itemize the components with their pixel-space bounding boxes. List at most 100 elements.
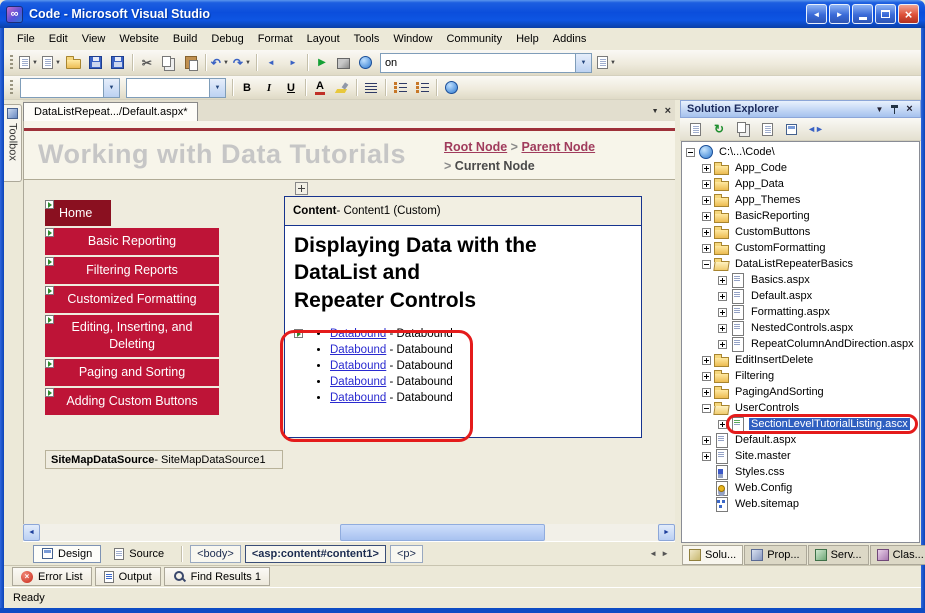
menu-edit[interactable]: Edit bbox=[42, 30, 75, 48]
find-results-tab[interactable]: Find Results 1 bbox=[164, 567, 270, 586]
build-button[interactable] bbox=[333, 53, 355, 73]
tag-asp-content-button[interactable]: <asp:content#content1> bbox=[245, 545, 386, 563]
expand-icon[interactable] bbox=[718, 324, 727, 333]
view-designer-button[interactable] bbox=[781, 120, 801, 139]
scroll-left-button[interactable]: ◄ bbox=[23, 524, 40, 541]
tree-item-editinsertdelete[interactable]: EditInsertDelete bbox=[682, 352, 919, 368]
tree-item-formatting-aspx[interactable]: Formatting.aspx bbox=[682, 304, 919, 320]
maximize-button[interactable] bbox=[875, 4, 896, 24]
expand-icon[interactable] bbox=[702, 180, 711, 189]
expand-icon[interactable] bbox=[702, 196, 711, 205]
new-website-button[interactable]: ▼ bbox=[17, 53, 40, 73]
tag-scroll-right-button[interactable]: ► bbox=[661, 549, 669, 558]
expand-icon[interactable] bbox=[718, 340, 727, 349]
properties-button[interactable] bbox=[685, 120, 705, 139]
style-combobox[interactable]: ▼ bbox=[20, 78, 120, 98]
close-button[interactable]: × bbox=[898, 4, 919, 24]
expand-icon[interactable] bbox=[718, 276, 727, 285]
expand-icon[interactable] bbox=[702, 212, 711, 221]
tree-item-web-sitemap[interactable]: Web.sitemap bbox=[682, 496, 919, 512]
paste-button[interactable] bbox=[180, 53, 202, 73]
italic-button[interactable]: I bbox=[258, 78, 280, 98]
undo-button[interactable]: ↶▼ bbox=[209, 53, 231, 73]
tag-p-button[interactable]: <p> bbox=[390, 545, 423, 563]
breadcrumb-parent-link[interactable]: Parent Node bbox=[521, 140, 595, 154]
save-button[interactable] bbox=[85, 53, 107, 73]
alignment-button[interactable] bbox=[360, 78, 382, 98]
design-surface[interactable]: Working with Data Tutorials Root Node > … bbox=[23, 121, 675, 524]
close-panel-button[interactable]: × bbox=[902, 102, 917, 116]
navigate-forward-button[interactable]: ► bbox=[282, 53, 304, 73]
nav-item-filtering-reports[interactable]: Filtering Reports bbox=[45, 257, 219, 284]
titlebar-nav-right-button[interactable]: ► bbox=[829, 4, 850, 24]
expand-icon[interactable] bbox=[702, 164, 711, 173]
combo-dropdown-button[interactable]: ▼ bbox=[103, 79, 119, 97]
breadcrumb-root-link[interactable]: Root Node bbox=[444, 140, 507, 154]
error-list-tab[interactable]: ×Error List bbox=[12, 567, 92, 586]
title-bar[interactable]: ∞ Code - Microsoft Visual Studio ◄ ► × bbox=[0, 0, 925, 28]
tree-item-custombuttons[interactable]: CustomButtons bbox=[682, 224, 919, 240]
tree-item-basicreporting[interactable]: BasicReporting bbox=[682, 208, 919, 224]
toolbar-grip[interactable] bbox=[10, 55, 13, 71]
nav-item-editing-inserting-deleting[interactable]: Editing, Inserting, and Deleting bbox=[45, 315, 219, 357]
start-debugging-button[interactable]: ▶ bbox=[311, 53, 333, 73]
sitemapdatasource-control[interactable]: SiteMapDataSource - SiteMapDataSource1 bbox=[45, 450, 283, 469]
menu-build[interactable]: Build bbox=[166, 30, 204, 48]
cut-button[interactable]: ✂ bbox=[136, 53, 158, 73]
redo-button[interactable]: ↷▼ bbox=[231, 53, 253, 73]
menu-addins[interactable]: Addins bbox=[546, 30, 594, 48]
refresh-button[interactable]: ↻ bbox=[709, 120, 729, 139]
expand-icon[interactable] bbox=[718, 292, 727, 301]
auto-hide-pin-button[interactable] bbox=[887, 102, 902, 116]
tree-item-basics-aspx[interactable]: Basics.aspx bbox=[682, 272, 919, 288]
tree-item-default-aspx[interactable]: Default.aspx bbox=[682, 288, 919, 304]
copy-website-button[interactable]: ◄► bbox=[805, 120, 825, 139]
menu-debug[interactable]: Debug bbox=[204, 30, 250, 48]
menu-format[interactable]: Format bbox=[251, 30, 300, 48]
menu-community[interactable]: Community bbox=[439, 30, 509, 48]
bullet-list-button[interactable] bbox=[411, 78, 433, 98]
expand-icon[interactable] bbox=[702, 356, 711, 365]
toolbar-grip[interactable] bbox=[10, 80, 13, 96]
move-handle-icon[interactable] bbox=[295, 182, 308, 195]
nav-item-customized-formatting[interactable]: Customized Formatting bbox=[45, 286, 219, 313]
tree-item-app-data[interactable]: App_Data bbox=[682, 176, 919, 192]
tree-item-website-root[interactable]: C:\...\Code\ bbox=[682, 144, 919, 160]
scrollbar-track[interactable] bbox=[40, 524, 658, 541]
output-tab[interactable]: Output bbox=[95, 567, 161, 586]
add-new-item-button[interactable]: ▼ bbox=[40, 53, 63, 73]
nav-item-home[interactable]: Home bbox=[45, 200, 111, 226]
server-explorer-tab[interactable]: Serv... bbox=[808, 545, 869, 565]
numbered-list-button[interactable] bbox=[389, 78, 411, 98]
combo-dropdown-button[interactable]: ▼ bbox=[575, 54, 591, 72]
copy-button[interactable] bbox=[158, 53, 180, 73]
hyperlink-button[interactable] bbox=[440, 78, 462, 98]
font-combobox[interactable]: ▼ bbox=[126, 78, 226, 98]
expand-icon[interactable] bbox=[702, 244, 711, 253]
document-tab[interactable]: DataListRepeat.../Default.aspx* bbox=[23, 102, 198, 121]
source-view-button[interactable]: Source bbox=[105, 545, 173, 563]
menu-tools[interactable]: Tools bbox=[347, 30, 387, 48]
menu-help[interactable]: Help bbox=[509, 30, 546, 48]
tree-item-root-default-aspx[interactable]: Default.aspx bbox=[682, 432, 919, 448]
tree-item-app-code[interactable]: App_Code bbox=[682, 160, 919, 176]
horizontal-scrollbar[interactable]: ◄ ► bbox=[23, 524, 675, 541]
menu-view[interactable]: View bbox=[75, 30, 113, 48]
tag-body-button[interactable]: <body> bbox=[190, 545, 241, 563]
nest-related-files-button[interactable] bbox=[733, 120, 753, 139]
scrollbar-thumb[interactable] bbox=[340, 524, 545, 541]
collapse-icon[interactable] bbox=[702, 404, 711, 413]
menu-layout[interactable]: Layout bbox=[300, 30, 347, 48]
underline-button[interactable]: U bbox=[280, 78, 302, 98]
nav-item-adding-custom-buttons[interactable]: Adding Custom Buttons bbox=[45, 388, 219, 415]
close-document-button[interactable]: × bbox=[665, 105, 671, 117]
style-application-button[interactable]: ▼ bbox=[595, 53, 618, 73]
tree-item-nestedcontrols-aspx[interactable]: NestedControls.aspx bbox=[682, 320, 919, 336]
tab-list-dropdown-button[interactable]: ▼ bbox=[652, 108, 659, 115]
combo-dropdown-button[interactable]: ▼ bbox=[209, 79, 225, 97]
collapse-icon[interactable] bbox=[686, 148, 695, 157]
properties-tab[interactable]: Prop... bbox=[744, 545, 806, 565]
open-file-button[interactable] bbox=[63, 53, 85, 73]
menu-website[interactable]: Website bbox=[112, 30, 166, 48]
expand-icon[interactable] bbox=[702, 372, 711, 381]
